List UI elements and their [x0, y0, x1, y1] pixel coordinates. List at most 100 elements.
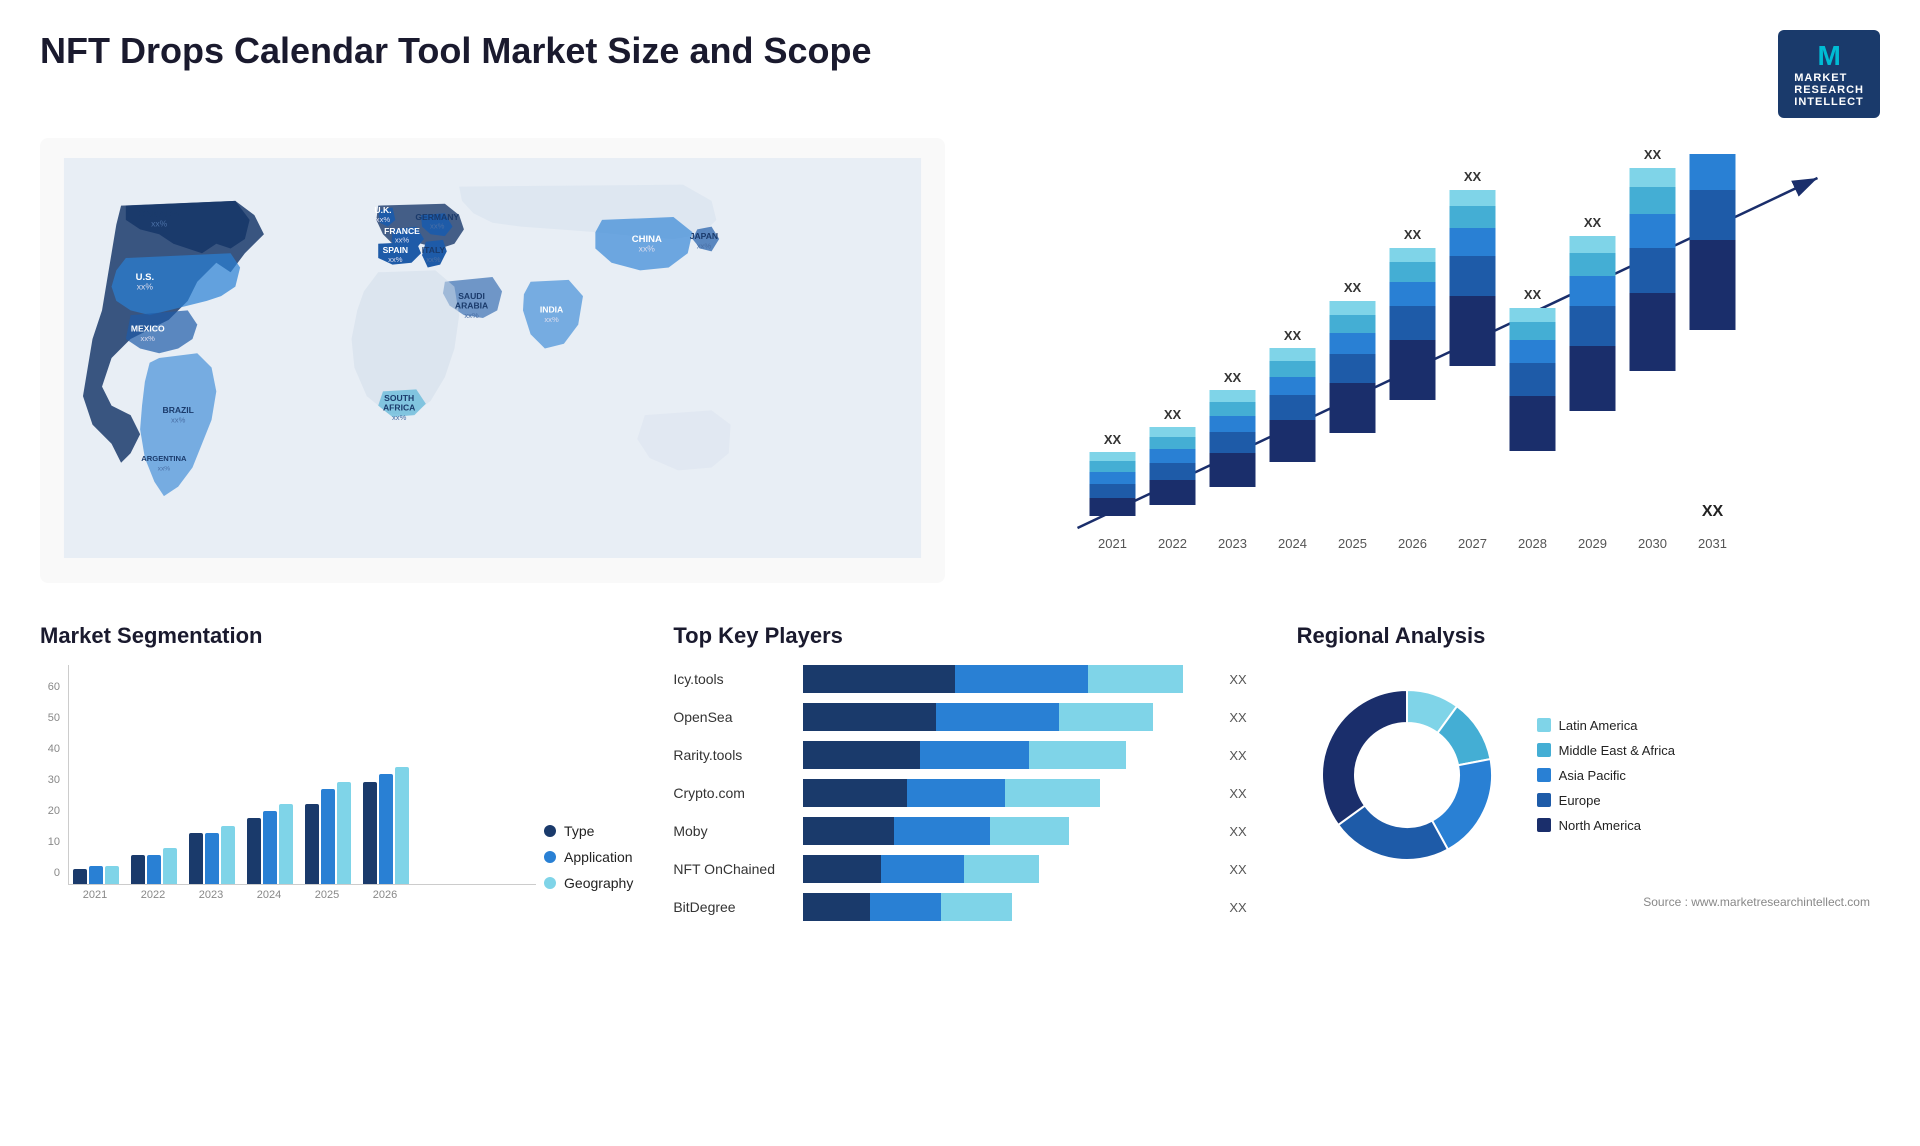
svg-text:XX: XX: [1104, 432, 1122, 447]
seg-bar-geo-2024: [279, 804, 293, 884]
player-name: Crypto.com: [673, 785, 793, 801]
player-value: XX: [1229, 786, 1246, 801]
svg-text:SPAIN: SPAIN: [383, 245, 409, 255]
player-bar-segment: [1059, 703, 1153, 731]
player-row: NFT OnChainedXX: [673, 855, 1246, 883]
seg-group-2022: [131, 848, 177, 884]
seg-group-2025: [305, 782, 351, 884]
donut-area: Latin AmericaMiddle East & AfricaAsia Pa…: [1297, 665, 1870, 885]
player-value: XX: [1229, 862, 1246, 877]
svg-text:2030: 2030: [1638, 536, 1667, 551]
growth-chart-section: XX XX XX XX: [975, 138, 1880, 583]
svg-text:xx%: xx%: [171, 416, 186, 425]
map-container: CANADA xx% U.S. xx% MEXICO xx% BRAZIL xx…: [60, 158, 925, 558]
donut-legend: Latin AmericaMiddle East & AfricaAsia Pa…: [1537, 718, 1675, 833]
svg-text:xx%: xx%: [392, 413, 407, 422]
seg-group-2023: [189, 826, 235, 884]
logo-inner: M MARKET RESEARCH INTELLECT: [1778, 30, 1880, 118]
legend-dot-application: [544, 851, 556, 863]
svg-text:XX: XX: [1404, 227, 1422, 242]
legend-label-type: Type: [564, 823, 594, 839]
logo-line1: MARKET: [1794, 72, 1847, 84]
donut-legend-item: Europe: [1537, 793, 1675, 808]
player-row: OpenSeaXX: [673, 703, 1246, 731]
logo: M MARKET RESEARCH INTELLECT: [1778, 30, 1880, 118]
donut-legend-item: Asia Pacific: [1537, 768, 1675, 783]
world-map-svg: CANADA xx% U.S. xx% MEXICO xx% BRAZIL xx…: [60, 158, 925, 558]
source-text: Source : www.marketresearchintellect.com: [1297, 895, 1870, 909]
svg-text:XX: XX: [1644, 148, 1662, 162]
top-grid: CANADA xx% U.S. xx% MEXICO xx% BRAZIL xx…: [40, 138, 1880, 613]
player-bar-segment: [803, 779, 907, 807]
svg-text:2025: 2025: [1338, 536, 1367, 551]
svg-text:2027: 2027: [1458, 536, 1487, 551]
svg-text:SOUTH: SOUTH: [384, 393, 414, 403]
player-bar-segment: [894, 817, 990, 845]
donut-chart: [1297, 665, 1517, 885]
player-bar-segment: [803, 855, 881, 883]
seg-bar-app-2026: [379, 774, 393, 884]
player-value: XX: [1229, 748, 1246, 763]
svg-text:INDIA: INDIA: [540, 304, 563, 314]
player-name: Icy.tools: [673, 671, 793, 687]
svg-text:XX: XX: [1284, 328, 1302, 343]
seg-bar-app-2022: [147, 855, 161, 884]
seg-legend: Type Application Geography: [544, 823, 633, 901]
seg-bar-geo-2026: [395, 767, 409, 884]
svg-text:2026: 2026: [1398, 536, 1427, 551]
player-bar-segment: [964, 855, 1039, 883]
svg-text:xx%: xx%: [388, 255, 403, 264]
donut-legend-item: Latin America: [1537, 718, 1675, 733]
player-bar-segment: [881, 855, 963, 883]
donut-legend-color: [1537, 818, 1551, 832]
player-bar-track: [803, 703, 1211, 731]
donut-legend-item: North America: [1537, 818, 1675, 833]
player-bar-track: [803, 893, 1211, 921]
donut-slice: [1322, 690, 1407, 825]
player-bar-segment: [907, 779, 1005, 807]
player-bar-segment: [1005, 779, 1100, 807]
player-name: BitDegree: [673, 899, 793, 915]
svg-text:2029: 2029: [1578, 536, 1607, 551]
svg-text:2031: 2031: [1698, 536, 1727, 551]
segmentation-title: Market Segmentation: [40, 623, 633, 649]
svg-text:xx%: xx%: [376, 215, 391, 224]
svg-text:xx%: xx%: [639, 243, 656, 253]
svg-text:XX: XX: [1702, 503, 1724, 520]
seg-bar-geo-2025: [337, 782, 351, 884]
svg-text:ARABIA: ARABIA: [455, 300, 488, 310]
growth-chart-svg: XX XX XX XX: [995, 148, 1860, 568]
svg-text:XX: XX: [1164, 407, 1182, 422]
player-row: Moby XX: [673, 817, 1246, 845]
player-bar-track: [803, 779, 1211, 807]
player-bar-segment: [803, 817, 893, 845]
legend-label-geography: Geography: [564, 875, 633, 891]
svg-text:xx%: xx%: [395, 236, 410, 245]
seg-group-2021: [73, 866, 119, 884]
svg-text:2023: 2023: [1218, 536, 1247, 551]
logo-line2: RESEARCH: [1794, 84, 1864, 96]
svg-text:xx%: xx%: [426, 255, 441, 264]
player-name: Moby: [673, 823, 793, 839]
page-header: NFT Drops Calendar Tool Market Size and …: [40, 30, 1880, 118]
player-bar-segment: [941, 893, 1012, 921]
donut-legend-color: [1537, 793, 1551, 807]
player-name: Rarity.tools: [673, 747, 793, 763]
legend-dot-type: [544, 825, 556, 837]
player-value: XX: [1229, 672, 1246, 687]
legend-item-application: Application: [544, 849, 633, 865]
svg-text:xx%: xx%: [544, 315, 559, 324]
svg-text:ITALY: ITALY: [422, 245, 446, 255]
logo-text3: INTELLECT: [1794, 96, 1864, 108]
logo-text: MARKET: [1794, 72, 1864, 84]
player-value: XX: [1229, 824, 1246, 839]
svg-text:JAPAN: JAPAN: [690, 231, 718, 241]
regional-title: Regional Analysis: [1297, 623, 1870, 649]
player-row: Rarity.tools XX: [673, 741, 1246, 769]
svg-text:2028: 2028: [1518, 536, 1547, 551]
svg-text:GERMANY: GERMANY: [415, 212, 459, 222]
seg-bar-geo-2023: [221, 826, 235, 884]
donut-legend-label: Asia Pacific: [1559, 768, 1626, 783]
seg-bar-app-2021: [89, 866, 103, 884]
seg-bar-type-2023: [189, 833, 203, 884]
